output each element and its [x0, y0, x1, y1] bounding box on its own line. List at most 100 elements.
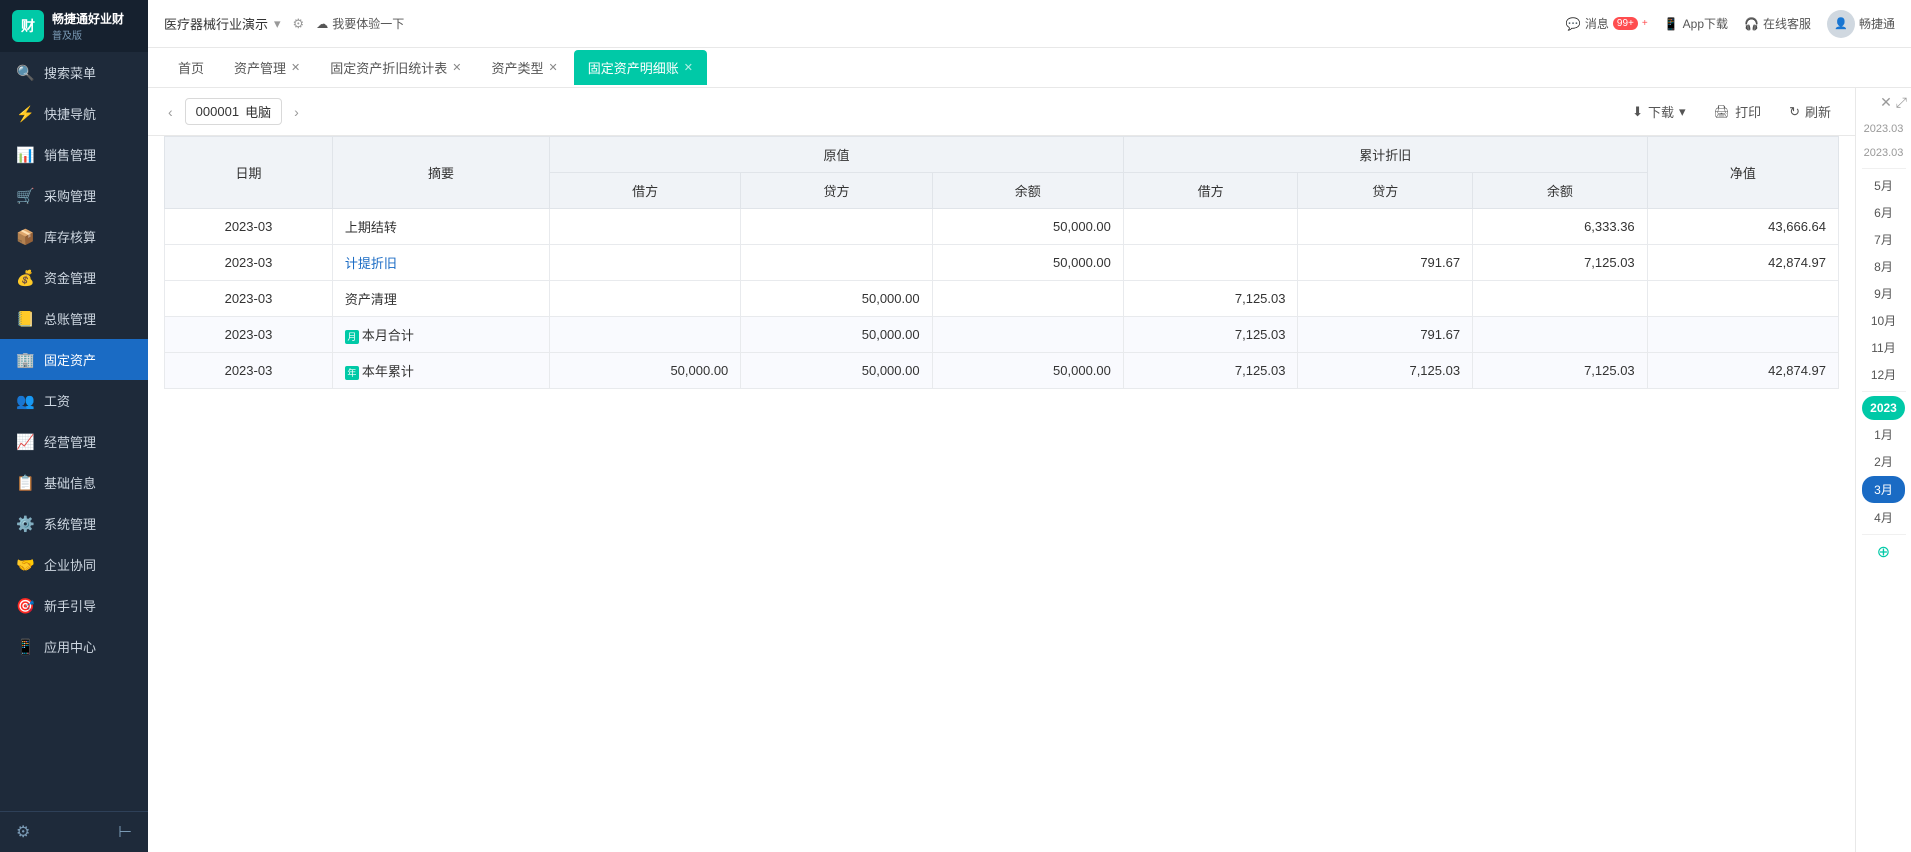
- td-dep-debit: 7,125.03: [1123, 317, 1298, 353]
- sidebar-item-payroll[interactable]: 👥 工资: [0, 380, 148, 421]
- sidebar-item-label: 新手引导: [44, 596, 96, 615]
- sidebar-item-quick-nav[interactable]: ⚡ 快捷导航: [0, 93, 148, 134]
- td-orig-credit: [741, 245, 932, 281]
- company-selector[interactable]: 医疗器械行业演示 ▾: [164, 14, 281, 33]
- sidebar-item-label: 基础信息: [44, 473, 96, 492]
- sidebar-item-label: 固定资产: [44, 350, 96, 369]
- online-service-btn[interactable]: 🎧 在线客服: [1744, 15, 1811, 32]
- download-btn[interactable]: ⬇ 下载 ▾: [1624, 98, 1693, 125]
- td-orig-balance: 50,000.00: [932, 353, 1123, 389]
- sub-nav: ‹ 000001 电脑 › ⬇ 下载 ▾ 🖨: [148, 88, 1855, 136]
- td-orig-credit: 50,000.00: [741, 353, 932, 389]
- month-year-2023[interactable]: 2023: [1862, 396, 1905, 420]
- experience-btn[interactable]: ☁ 我要体验一下: [316, 15, 404, 32]
- settings-icon[interactable]: ⚙: [16, 822, 30, 842]
- sidebar-item-app-center[interactable]: 📱 应用中心: [0, 626, 148, 667]
- td-net-value: 43,666.64: [1647, 209, 1838, 245]
- purchase-icon: 🛒: [16, 187, 34, 205]
- asset-detail-page: ‹ 000001 电脑 › ⬇ 下载 ▾ 🖨: [148, 88, 1855, 852]
- sidebar-item-sales[interactable]: 📊 销售管理: [0, 134, 148, 175]
- tab-asset-detail-close[interactable]: ✕: [684, 61, 693, 74]
- tab-depreciation-close[interactable]: ✕: [452, 61, 461, 74]
- sidebar-logo: 财: [12, 10, 44, 42]
- collapse-icon[interactable]: ⊢: [118, 822, 132, 842]
- month-year-header-2: 2023.03: [1856, 141, 1911, 165]
- month-item-9[interactable]: 9月: [1856, 280, 1911, 307]
- tab-asset-mgmt[interactable]: 资产管理 ✕: [220, 50, 314, 85]
- refresh-icon: ↻: [1789, 104, 1800, 120]
- month-item-4[interactable]: 4月: [1856, 504, 1911, 531]
- th-dep-credit: 贷方: [1298, 173, 1473, 209]
- sidebar-item-label: 销售管理: [44, 145, 96, 164]
- tab-depreciation-table[interactable]: 固定资产折旧统计表 ✕: [316, 50, 475, 85]
- scroll-down-icon[interactable]: ⊕: [1877, 542, 1890, 562]
- user-menu[interactable]: 👤 畅捷通: [1827, 10, 1895, 38]
- prev-asset-btn[interactable]: ‹: [164, 102, 177, 122]
- sidebar-footer: ⚙ ⊢: [0, 811, 148, 852]
- settings-topbar-icon[interactable]: ⚙: [293, 16, 305, 32]
- tab-home[interactable]: 首页: [164, 50, 218, 85]
- print-btn[interactable]: 🖨 打印: [1706, 98, 1770, 125]
- td-summary: 年本年累计: [332, 353, 549, 389]
- message-btn[interactable]: 💬 消息 99+ +: [1566, 15, 1648, 32]
- month-item-12[interactable]: 12月: [1856, 361, 1911, 388]
- close-sidebar-btn[interactable]: ✕: [1880, 94, 1892, 111]
- month-item-2[interactable]: 2月: [1856, 448, 1911, 475]
- asset-selector[interactable]: 000001 电脑: [185, 98, 282, 125]
- month-item-8[interactable]: 8月: [1856, 253, 1911, 280]
- td-summary: 月本月合计: [332, 317, 549, 353]
- td-dep-credit: [1298, 281, 1473, 317]
- tab-asset-detail-label: 固定资产明细账: [588, 58, 679, 77]
- td-date: 2023-03: [165, 209, 333, 245]
- sidebar-item-ledger[interactable]: 📒 总账管理: [0, 298, 148, 339]
- sidebar-item-operations[interactable]: 📈 经营管理: [0, 421, 148, 462]
- tab-asset-detail[interactable]: 固定资产明细账 ✕: [574, 50, 707, 85]
- month-item-5[interactable]: 5月: [1856, 172, 1911, 199]
- month-item-3[interactable]: 3月: [1862, 476, 1905, 503]
- tab-asset-mgmt-close[interactable]: ✕: [291, 61, 300, 74]
- tab-asset-mgmt-label: 资产管理: [234, 58, 286, 77]
- tab-asset-type-close[interactable]: ✕: [549, 61, 558, 74]
- service-icon: 🎧: [1744, 17, 1759, 31]
- sidebar-item-guide[interactable]: 🎯 新手引导: [0, 585, 148, 626]
- sidebar-item-purchase[interactable]: 🛒 采购管理: [0, 175, 148, 216]
- month-sidebar: ✕ ⤢ 2023.03 2023.03 5月 6月 7月 8月 9月 10月 1…: [1855, 88, 1911, 852]
- tab-asset-type[interactable]: 资产类型 ✕: [477, 50, 571, 85]
- td-summary: 资产清理: [332, 281, 549, 317]
- download-icon: 📱: [1664, 17, 1679, 31]
- next-asset-btn[interactable]: ›: [290, 102, 303, 122]
- sidebar-item-label: 总账管理: [44, 309, 96, 328]
- td-summary: 计提折旧: [332, 245, 549, 281]
- table-row: 2023-03 资产清理 50,000.00 7,125.03: [165, 281, 1839, 317]
- expand-sidebar-btn[interactable]: ⤢: [1896, 94, 1907, 111]
- td-net-value: [1647, 281, 1838, 317]
- tab-asset-type-label: 资产类型: [491, 58, 543, 77]
- sidebar-item-capital[interactable]: 💰 资金管理: [0, 257, 148, 298]
- content-area: ‹ 000001 电脑 › ⬇ 下载 ▾ 🖨: [148, 88, 1911, 852]
- td-orig-debit: [550, 281, 741, 317]
- sidebar-item-search[interactable]: 🔍 搜索菜单: [0, 52, 148, 93]
- td-date: 2023-03: [165, 281, 333, 317]
- td-net-value: 42,874.97: [1647, 245, 1838, 281]
- td-dep-debit: [1123, 245, 1298, 281]
- sidebar-item-system[interactable]: ⚙️ 系统管理: [0, 503, 148, 544]
- month-item-1[interactable]: 1月: [1856, 421, 1911, 448]
- th-dep-balance: 余额: [1473, 173, 1648, 209]
- month-year-header-1: 2023.03: [1856, 117, 1911, 141]
- td-net-value: [1647, 317, 1838, 353]
- month-item-6[interactable]: 6月: [1856, 199, 1911, 226]
- search-icon: 🔍: [16, 64, 34, 82]
- td-orig-debit: [550, 209, 741, 245]
- month-scroll-down[interactable]: ⊕: [1856, 538, 1911, 566]
- refresh-btn[interactable]: ↻ 刷新: [1781, 98, 1839, 125]
- app-download-btn[interactable]: 📱 App下载: [1664, 15, 1728, 32]
- tab-home-label: 首页: [178, 58, 204, 77]
- sidebar-item-inventory[interactable]: 📦 库存核算: [0, 216, 148, 257]
- sidebar-item-fixed-assets[interactable]: 🏢 固定资产: [0, 339, 148, 380]
- capital-icon: 💰: [16, 269, 34, 287]
- sidebar-item-base-info[interactable]: 📋 基础信息: [0, 462, 148, 503]
- month-item-10[interactable]: 10月: [1856, 307, 1911, 334]
- sidebar-item-enterprise[interactable]: 🤝 企业协同: [0, 544, 148, 585]
- month-item-7[interactable]: 7月: [1856, 226, 1911, 253]
- month-item-11[interactable]: 11月: [1856, 334, 1911, 361]
